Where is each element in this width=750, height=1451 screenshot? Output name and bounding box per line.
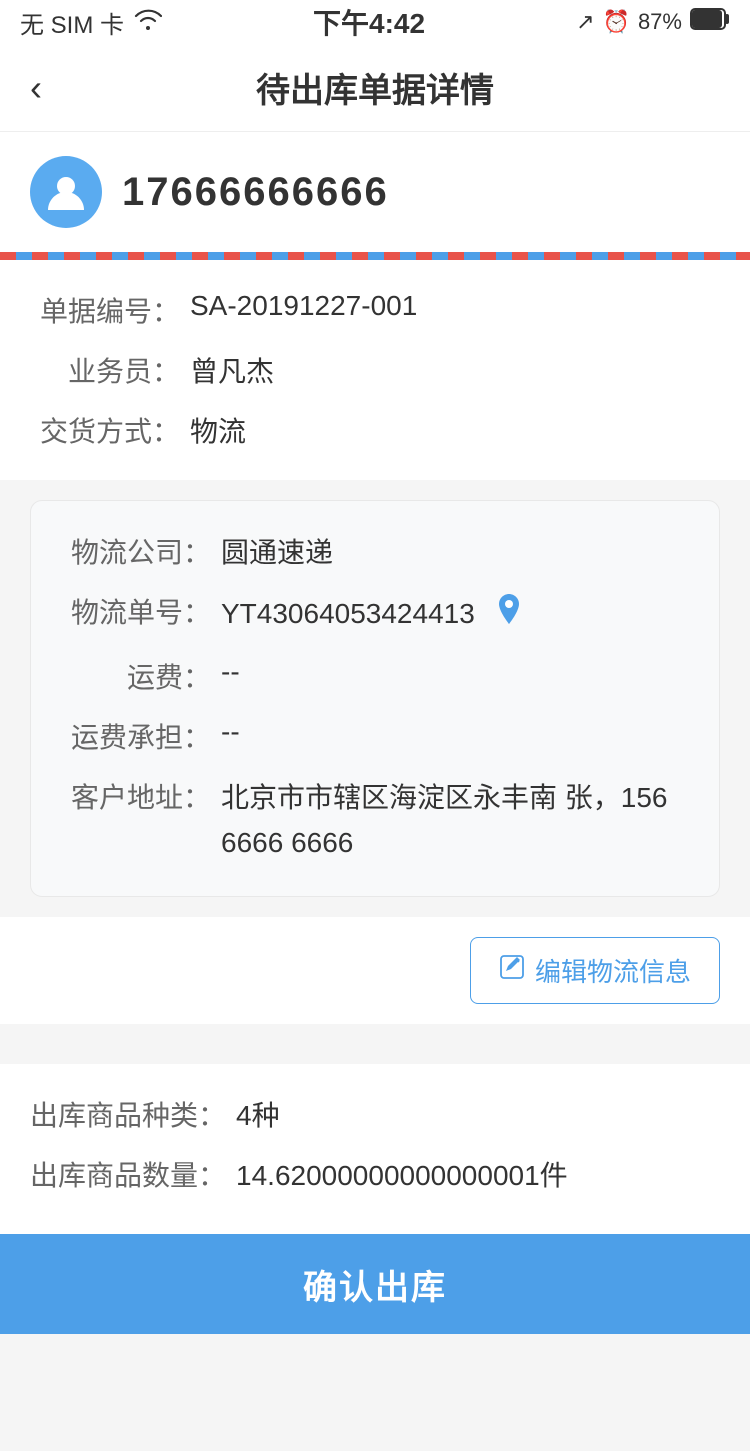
- delivery-label: 交货方式：: [30, 410, 190, 450]
- freight-bearer-label: 运费承担：: [61, 716, 221, 756]
- edit-logistics-label: 编辑物流信息: [535, 952, 691, 989]
- deco-line: [0, 252, 750, 260]
- goods-types-value: 4种: [236, 1094, 720, 1134]
- battery-icon: [690, 8, 730, 36]
- freight-bearer-value: --: [221, 716, 689, 748]
- alarm-icon: ⏰: [603, 9, 630, 35]
- delivery-row: 交货方式： 物流: [30, 410, 720, 450]
- order-info-section: 单据编号： SA-20191227-001 业务员： 曾凡杰 交货方式： 物流: [0, 260, 750, 480]
- section-divider-1: [0, 1024, 750, 1044]
- confirm-button[interactable]: 确认出库: [303, 1260, 447, 1309]
- order-number-value: SA-20191227-001: [190, 290, 720, 322]
- logistics-company-label: 物流公司：: [61, 531, 221, 571]
- freight-label: 运费：: [61, 656, 221, 696]
- edit-btn-row: 编辑物流信息: [0, 917, 750, 1024]
- address-value: 北京市市辖区海淀区永丰南 张，156 6666 6666: [221, 776, 689, 866]
- bottom-bar: 确认出库: [0, 1234, 750, 1334]
- goods-section: 出库商品种类： 4种 出库商品数量： 14.62000000000000001件: [0, 1064, 750, 1224]
- user-section: 17666666666: [0, 132, 750, 252]
- user-phone: 17666666666: [122, 170, 389, 215]
- logistics-tracking-label: 物流单号：: [61, 591, 221, 631]
- logistics-tracking-row: 物流单号： YT43064053424413: [61, 591, 689, 636]
- delivery-value: 物流: [190, 410, 720, 450]
- wifi-icon: [134, 8, 162, 37]
- status-time: 下午4:42: [313, 2, 425, 42]
- page-title: 待出库单据详情: [256, 63, 494, 112]
- edit-icon: [499, 954, 525, 987]
- avatar: [30, 156, 102, 228]
- logistics-company-value: 圆通速递: [221, 531, 689, 571]
- goods-quantity-row: 出库商品数量： 14.62000000000000001件: [30, 1154, 720, 1194]
- back-button[interactable]: ‹: [30, 67, 42, 109]
- goods-quantity-label: 出库商品数量：: [30, 1154, 236, 1194]
- location-pin-icon[interactable]: [491, 591, 527, 636]
- status-right: ↗ ⏰ 87%: [576, 8, 730, 36]
- status-bar: 无 SIM 卡 下午4:42 ↗ ⏰ 87%: [0, 0, 750, 44]
- goods-types-row: 出库商品种类： 4种: [30, 1094, 720, 1134]
- order-number-label: 单据编号：: [30, 290, 190, 330]
- location-arrow-icon: ↗: [576, 9, 594, 35]
- freight-row: 运费： --: [61, 656, 689, 696]
- salesman-value: 曾凡杰: [190, 350, 720, 390]
- logistics-tracking-value-container: YT43064053424413: [221, 591, 689, 636]
- freight-value: --: [221, 656, 689, 688]
- nav-bar: ‹ 待出库单据详情: [0, 44, 750, 132]
- edit-logistics-button[interactable]: 编辑物流信息: [470, 937, 720, 1004]
- status-left: 无 SIM 卡: [20, 5, 162, 40]
- address-row: 客户地址： 北京市市辖区海淀区永丰南 张，156 6666 6666: [61, 776, 689, 866]
- salesman-label: 业务员：: [30, 350, 190, 390]
- salesman-row: 业务员： 曾凡杰: [30, 350, 720, 390]
- goods-quantity-value: 14.62000000000000001件: [236, 1154, 720, 1194]
- logistics-tracking-value: YT43064053424413: [221, 598, 475, 630]
- battery-text: 87%: [638, 9, 682, 35]
- freight-bearer-row: 运费承担： --: [61, 716, 689, 756]
- logistics-company-row: 物流公司： 圆通速递: [61, 531, 689, 571]
- address-label: 客户地址：: [61, 776, 221, 816]
- logistics-card: 物流公司： 圆通速递 物流单号： YT43064053424413 运费： --…: [30, 500, 720, 897]
- carrier-text: 无 SIM 卡: [20, 5, 124, 40]
- order-number-row: 单据编号： SA-20191227-001: [30, 290, 720, 330]
- goods-types-label: 出库商品种类：: [30, 1094, 236, 1134]
- bottom-spacer: [0, 1331, 750, 1451]
